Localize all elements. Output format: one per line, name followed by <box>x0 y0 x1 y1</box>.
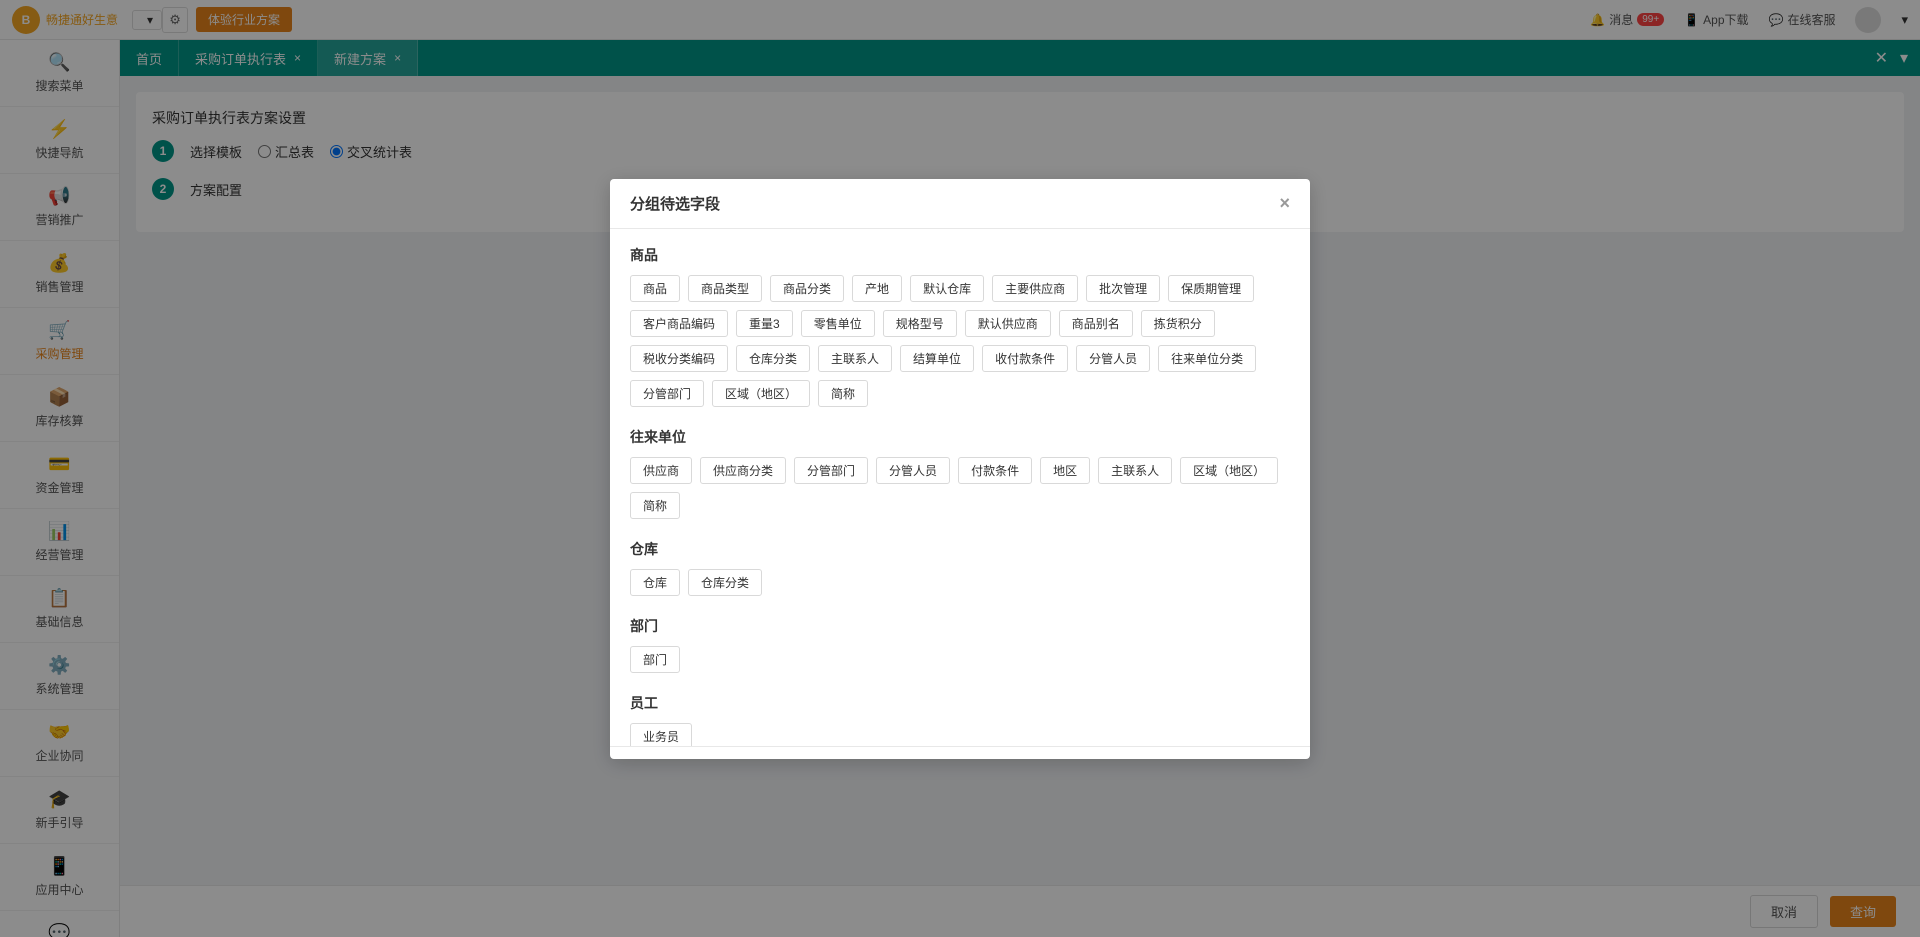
section-tags-department: 部门 <box>630 646 1290 673</box>
field-tag-goods-18[interactable]: 结算单位 <box>900 345 974 372</box>
field-tag-partner-3[interactable]: 分管人员 <box>876 457 950 484</box>
field-tag-goods-10[interactable]: 零售单位 <box>801 310 875 337</box>
field-tag-goods-12[interactable]: 默认供应商 <box>965 310 1051 337</box>
modal-overlay: 分组待选字段 × 商品商品商品类型商品分类产地默认仓库主要供应商批次管理保质期管… <box>0 0 1920 937</box>
field-tag-partner-6[interactable]: 主联系人 <box>1098 457 1172 484</box>
field-tag-goods-20[interactable]: 分管人员 <box>1076 345 1150 372</box>
field-tag-partner-4[interactable]: 付款条件 <box>958 457 1032 484</box>
section-department: 部门部门 <box>630 616 1290 673</box>
field-tag-warehouse-0[interactable]: 仓库 <box>630 569 680 596</box>
section-title-department: 部门 <box>630 616 1290 636</box>
field-tag-department-0[interactable]: 部门 <box>630 646 680 673</box>
section-tags-goods: 商品商品类型商品分类产地默认仓库主要供应商批次管理保质期管理客户商品编码重量3 零… <box>630 275 1290 407</box>
field-tag-employee-0[interactable]: 业务员 <box>630 723 692 747</box>
section-tags-warehouse: 仓库仓库分类 <box>630 569 1290 596</box>
field-tag-goods-21[interactable]: 往来单位分类 <box>1158 345 1256 372</box>
modal-title: 分组待选字段 <box>630 193 720 214</box>
modal-close-button[interactable]: × <box>1279 193 1290 214</box>
section-employee: 员工业务员 <box>630 693 1290 747</box>
field-tag-goods-11[interactable]: 规格型号 <box>883 310 957 337</box>
field-tag-goods-24[interactable]: 简称 <box>818 380 868 407</box>
field-tag-goods-3[interactable]: 产地 <box>852 275 902 302</box>
field-tag-goods-13[interactable]: 商品别名 <box>1059 310 1133 337</box>
field-tag-goods-9[interactable]: 重量3 <box>736 310 793 337</box>
section-goods: 商品商品商品类型商品分类产地默认仓库主要供应商批次管理保质期管理客户商品编码重量… <box>630 245 1290 407</box>
section-warehouse: 仓库仓库仓库分类 <box>630 539 1290 596</box>
field-tag-goods-0[interactable]: 商品 <box>630 275 680 302</box>
section-title-warehouse: 仓库 <box>630 539 1290 559</box>
section-title-goods: 商品 <box>630 245 1290 265</box>
modal: 分组待选字段 × 商品商品商品类型商品分类产地默认仓库主要供应商批次管理保质期管… <box>610 179 1310 759</box>
section-partner: 往来单位供应商供应商分类分管部门分管人员付款条件地区主联系人区域（地区） 简称 <box>630 427 1290 519</box>
field-tag-goods-8[interactable]: 客户商品编码 <box>630 310 728 337</box>
field-tag-goods-16[interactable]: 仓库分类 <box>736 345 810 372</box>
field-tag-goods-15[interactable]: 税收分类编码 <box>630 345 728 372</box>
field-tag-goods-23[interactable]: 区域（地区） <box>712 380 810 407</box>
field-tag-partner-7[interactable]: 区域（地区） <box>1180 457 1278 484</box>
field-tag-goods-22[interactable]: 分管部门 <box>630 380 704 407</box>
field-tag-goods-17[interactable]: 主联系人 <box>818 345 892 372</box>
modal-header: 分组待选字段 × <box>610 179 1310 229</box>
field-tag-goods-5[interactable]: 主要供应商 <box>992 275 1078 302</box>
field-tag-goods-19[interactable]: 收付款条件 <box>982 345 1068 372</box>
section-title-employee: 员工 <box>630 693 1290 713</box>
modal-horizontal-scrollbar[interactable] <box>610 746 1310 758</box>
field-tag-partner-0[interactable]: 供应商 <box>630 457 692 484</box>
field-tag-partner-5[interactable]: 地区 <box>1040 457 1090 484</box>
field-tag-goods-1[interactable]: 商品类型 <box>688 275 762 302</box>
field-tag-warehouse-1[interactable]: 仓库分类 <box>688 569 762 596</box>
field-tag-goods-7[interactable]: 保质期管理 <box>1168 275 1254 302</box>
field-tag-partner-2[interactable]: 分管部门 <box>794 457 868 484</box>
field-tag-partner-1[interactable]: 供应商分类 <box>700 457 786 484</box>
section-tags-partner: 供应商供应商分类分管部门分管人员付款条件地区主联系人区域（地区） 简称 <box>630 457 1290 519</box>
field-tag-partner-8[interactable]: 简称 <box>630 492 680 519</box>
section-tags-employee: 业务员 <box>630 723 1290 747</box>
field-tag-goods-14[interactable]: 拣货积分 <box>1141 310 1215 337</box>
field-tag-goods-2[interactable]: 商品分类 <box>770 275 844 302</box>
field-tag-goods-4[interactable]: 默认仓库 <box>910 275 984 302</box>
field-tag-goods-6[interactable]: 批次管理 <box>1086 275 1160 302</box>
modal-body[interactable]: 商品商品商品类型商品分类产地默认仓库主要供应商批次管理保质期管理客户商品编码重量… <box>610 229 1310 747</box>
section-title-partner: 往来单位 <box>630 427 1290 447</box>
